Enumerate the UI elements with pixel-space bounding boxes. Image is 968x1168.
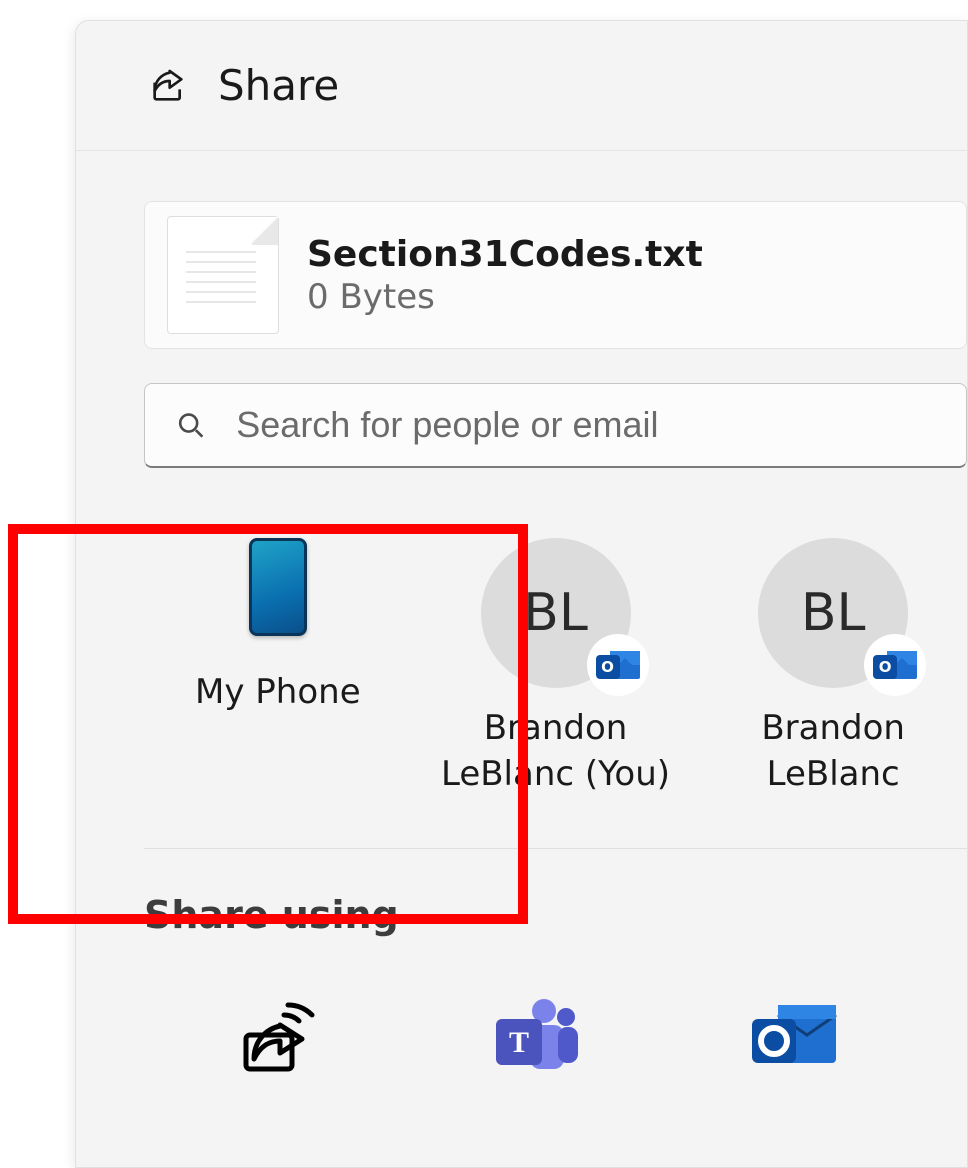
dialog-content: Section31Codes.txt 0 Bytes My Phone BL O [76, 151, 967, 1087]
app-outlook[interactable] [724, 987, 864, 1087]
dialog-header: Share [76, 21, 967, 151]
target-my-phone[interactable]: My Phone [144, 538, 412, 798]
dialog-title: Share [218, 61, 339, 110]
outlook-badge-icon: O [864, 634, 926, 696]
search-box[interactable] [144, 383, 967, 468]
phone-icon [249, 538, 307, 636]
avatar-initials: BL [801, 583, 866, 643]
outlook-icon [744, 995, 844, 1079]
file-size: 0 Bytes [307, 277, 703, 317]
app-nearby-sharing[interactable] [204, 987, 344, 1087]
target-label: My Phone [195, 670, 361, 716]
target-label: Brandon LeBlanc [699, 706, 967, 798]
share-dialog: Share Section31Codes.txt 0 Bytes My Phon… [75, 20, 968, 1168]
share-targets: My Phone BL O Brandon LeBlanc (You) BL O [144, 508, 967, 849]
file-card[interactable]: Section31Codes.txt 0 Bytes [144, 201, 967, 349]
app-teams[interactable]: T [464, 987, 604, 1087]
avatar-initials: BL [523, 583, 588, 643]
target-label: Brandon LeBlanc (You) [422, 706, 690, 798]
share-using-label: Share using [144, 893, 967, 937]
text-file-icon [167, 216, 279, 334]
svg-text:T: T [509, 1026, 529, 1059]
nearby-sharing-icon [224, 997, 324, 1077]
teams-icon: T [486, 995, 582, 1079]
share-icon [148, 66, 188, 106]
target-contact[interactable]: BL O Brandon LeBlanc [699, 538, 967, 798]
file-meta: Section31Codes.txt 0 Bytes [307, 234, 703, 317]
file-name: Section31Codes.txt [307, 234, 703, 275]
share-apps: T [144, 987, 967, 1087]
search-input[interactable] [236, 404, 936, 446]
outlook-badge-icon: O [587, 634, 649, 696]
target-contact-you[interactable]: BL O Brandon LeBlanc (You) [422, 538, 690, 798]
search-icon [175, 408, 206, 442]
avatar: BL O [481, 538, 631, 688]
avatar: BL O [758, 538, 908, 688]
